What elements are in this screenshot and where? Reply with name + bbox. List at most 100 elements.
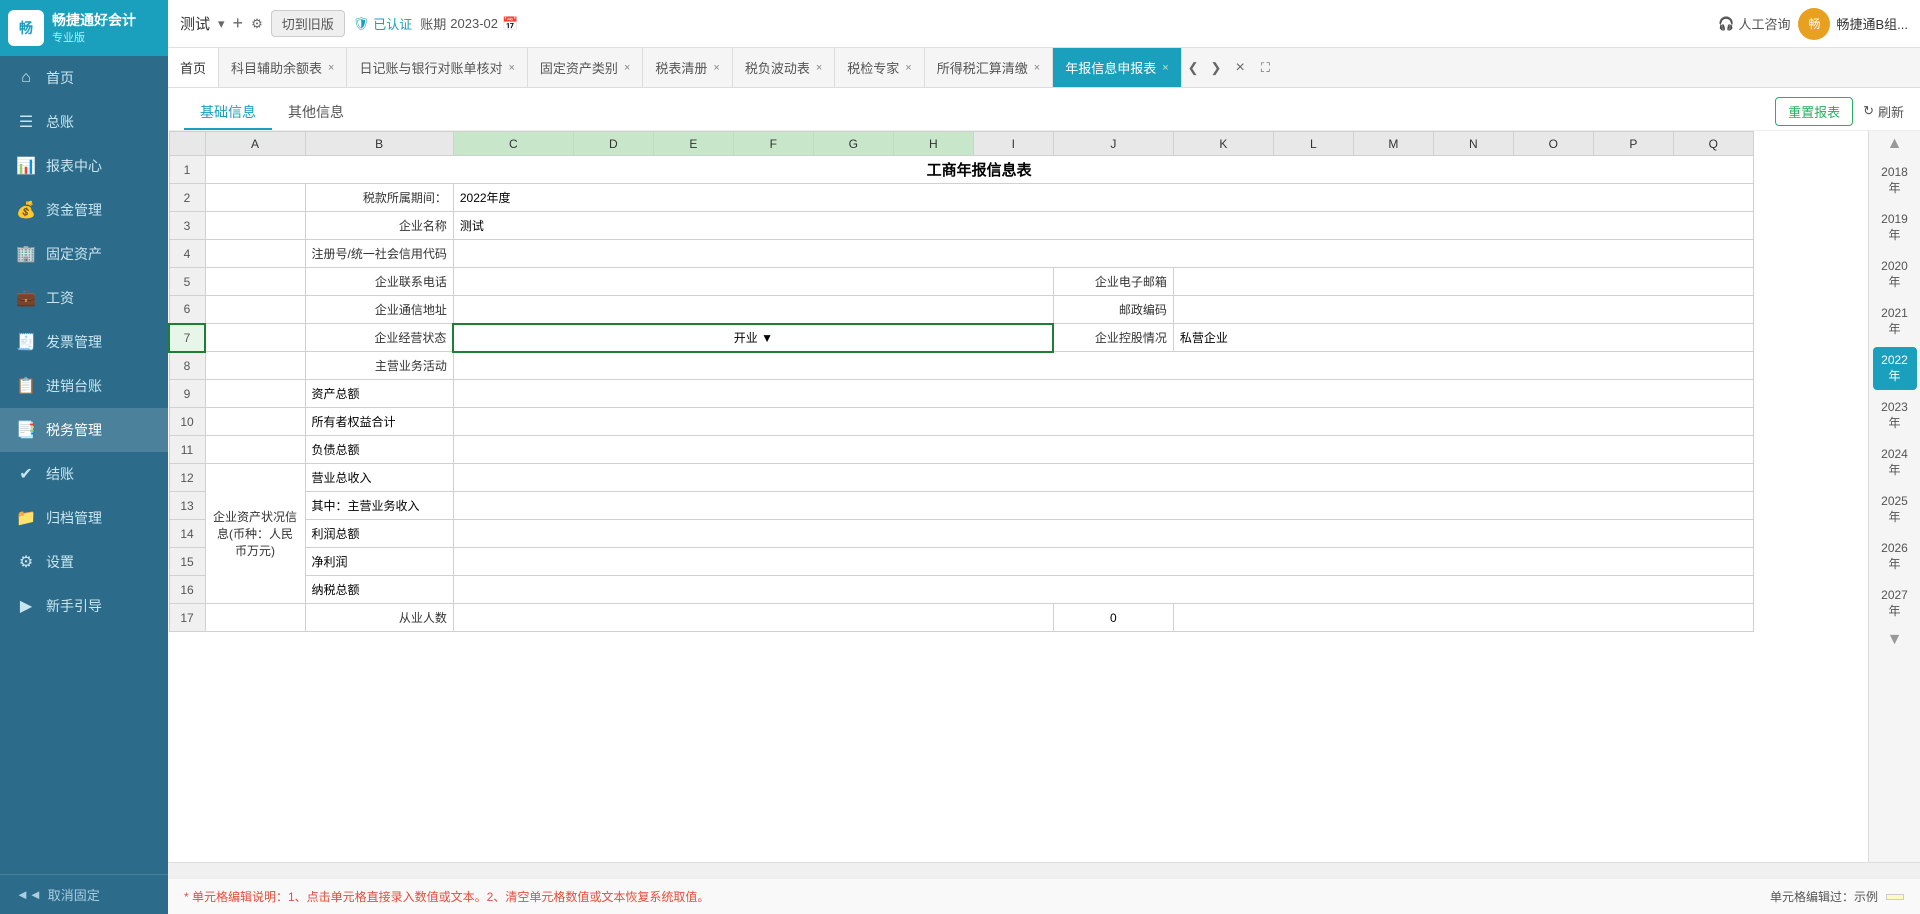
col-header-c[interactable]: C [453,132,573,156]
col-header-f[interactable]: F [733,132,813,156]
cell-12-value[interactable] [453,464,1753,492]
col-header-h[interactable]: H [893,132,973,156]
tab-close-journal-bank[interactable]: × [508,62,514,74]
cell-6-address[interactable] [453,296,1053,324]
user-menu[interactable]: 畅 畅捷通B组... [1798,8,1908,40]
tab-close-all-button[interactable]: × [1227,59,1252,77]
tab-nav-next[interactable]: ❯ [1205,60,1228,76]
year-2019[interactable]: 2019年 [1873,206,1917,249]
cell-4-value[interactable] [453,240,1753,268]
cell-4-a[interactable] [205,240,305,268]
cell-5-phone[interactable] [453,268,1053,296]
col-header-i[interactable]: I [973,132,1053,156]
year-2021[interactable]: 2021年 [1873,300,1917,343]
cell-10-value[interactable] [453,408,1753,436]
col-header-e[interactable]: E [653,132,733,156]
col-header-o[interactable]: O [1513,132,1593,156]
calendar-icon[interactable]: 📅 [502,16,518,32]
tab-close-income-tax[interactable]: × [1034,62,1040,74]
sidebar-item-ledger[interactable]: ☰ 总账 [0,100,168,144]
cell-17-count[interactable]: 0 [1053,604,1173,632]
tab-income-tax[interactable]: 所得税汇算清缴 × [925,48,1053,88]
tab-close-annual-report[interactable]: × [1162,62,1168,74]
col-header-g[interactable]: G [813,132,893,156]
tab-nav-prev[interactable]: ❮ [1182,60,1205,76]
sidebar-item-archive[interactable]: 📁 归档管理 [0,496,168,540]
cell-1-title[interactable]: 工商年报信息表 [205,156,1753,184]
cell-3-a[interactable] [205,212,305,240]
col-header-j[interactable]: J [1053,132,1173,156]
sidebar-item-closing[interactable]: ✔ 结账 [0,452,168,496]
cell-3-value[interactable]: 测试 [453,212,1753,240]
reset-report-button[interactable]: 重置报表 [1775,97,1853,126]
sidebar-item-purchase-sales[interactable]: 📋 进销台账 [0,364,168,408]
cell-9-a[interactable] [205,380,305,408]
sidebar-item-reports[interactable]: 📊 报表中心 [0,144,168,188]
sidebar-item-tax[interactable]: 📑 税务管理 [0,408,168,452]
cell-2-value[interactable]: 2022年度 [453,184,1753,212]
cell-7-holding[interactable]: 私营企业 [1173,324,1753,352]
cell-11-value[interactable] [453,436,1753,464]
cell-5-email[interactable] [1173,268,1753,296]
col-header-l[interactable]: L [1273,132,1353,156]
tab-subject-balance[interactable]: 科目辅助余额表 × [219,48,347,88]
sidebar-item-fixed-assets[interactable]: 🏢 固定资产 [0,232,168,276]
col-header-b[interactable]: B [305,132,453,156]
topbar-dropdown-icon[interactable]: ▾ [218,16,225,32]
refresh-button[interactable]: ↻ 刷新 [1863,102,1904,121]
sidebar-item-home[interactable]: ⌂ 首页 [0,56,168,100]
switch-old-version-button[interactable]: 切到旧版 [271,10,345,37]
cell-17-a[interactable] [205,604,305,632]
cell-17-employees[interactable] [453,604,1053,632]
topbar-settings-icon[interactable]: ⚙ [251,16,263,32]
cell-6-zip[interactable] [1173,296,1753,324]
cell-10-a[interactable] [205,408,305,436]
tab-fixed-asset-type[interactable]: 固定资产类别 × [528,48,643,88]
year-2025[interactable]: 2025年 [1873,488,1917,531]
col-header-d[interactable]: D [573,132,653,156]
year-2024[interactable]: 2024年 [1873,441,1917,484]
spreadsheet-main[interactable]: A B C D E F G H I J K L [168,131,1868,862]
cell-11-a[interactable] [205,436,305,464]
customer-service-button[interactable]: 🎧 人工咨询 [1718,14,1790,33]
year-2022[interactable]: 2022年 [1873,347,1917,390]
tab-close-tax-table[interactable]: × [713,62,719,74]
sidebar-item-guide[interactable]: ▶ 新手引导 [0,584,168,628]
tab-annual-report[interactable]: 年报信息申报表 × [1053,48,1181,88]
sidebar-logo[interactable]: 畅 畅捷通好会计 专业版 [0,0,168,56]
col-header-k[interactable]: K [1173,132,1273,156]
year-2018[interactable]: 2018年 [1873,159,1917,202]
cell-8-value[interactable] [453,352,1753,380]
year-panel-up[interactable]: ▲ [1869,131,1920,157]
sidebar-item-invoice[interactable]: 🧾 发票管理 [0,320,168,364]
col-header-p[interactable]: P [1593,132,1673,156]
tab-tax-table[interactable]: 税表清册 × [643,48,732,88]
sub-tab-other[interactable]: 其他信息 [272,96,360,130]
col-header-q[interactable]: Q [1673,132,1753,156]
cell-16-value[interactable] [453,576,1753,604]
tab-tax-expert[interactable]: 税检专家 × [835,48,924,88]
cell-5-a[interactable] [205,268,305,296]
tab-expand-button[interactable]: ⛶ [1253,60,1278,76]
tab-close-fixed-asset[interactable]: × [624,62,630,74]
h-scroll-bar[interactable] [168,862,1920,878]
cell-13-value[interactable] [453,492,1753,520]
tab-close-tax-burden[interactable]: × [816,62,822,74]
sidebar-item-funds[interactable]: 💰 资金管理 [0,188,168,232]
tab-close-subject-balance[interactable]: × [328,62,334,74]
cell-7-a[interactable] [205,324,305,352]
year-2020[interactable]: 2020年 [1873,253,1917,296]
tab-home[interactable]: 首页 [168,48,219,88]
sidebar-unfix-button[interactable]: ◄◄ 取消固定 [0,874,168,914]
topbar-add-button[interactable]: + [233,13,244,34]
cell-14-value[interactable] [453,520,1753,548]
sidebar-item-payroll[interactable]: 💼 工资 [0,276,168,320]
cell-9-value[interactable] [453,380,1753,408]
cell-7-status[interactable]: 开业 ▼ [453,324,1053,352]
year-2027[interactable]: 2027年 [1873,582,1917,625]
sub-tab-basic[interactable]: 基础信息 [184,96,272,130]
cell-6-a[interactable] [205,296,305,324]
sidebar-item-settings[interactable]: ⚙ 设置 [0,540,168,584]
tab-journal-bank[interactable]: 日记账与银行对账单核对 × [347,48,527,88]
col-header-n[interactable]: N [1433,132,1513,156]
